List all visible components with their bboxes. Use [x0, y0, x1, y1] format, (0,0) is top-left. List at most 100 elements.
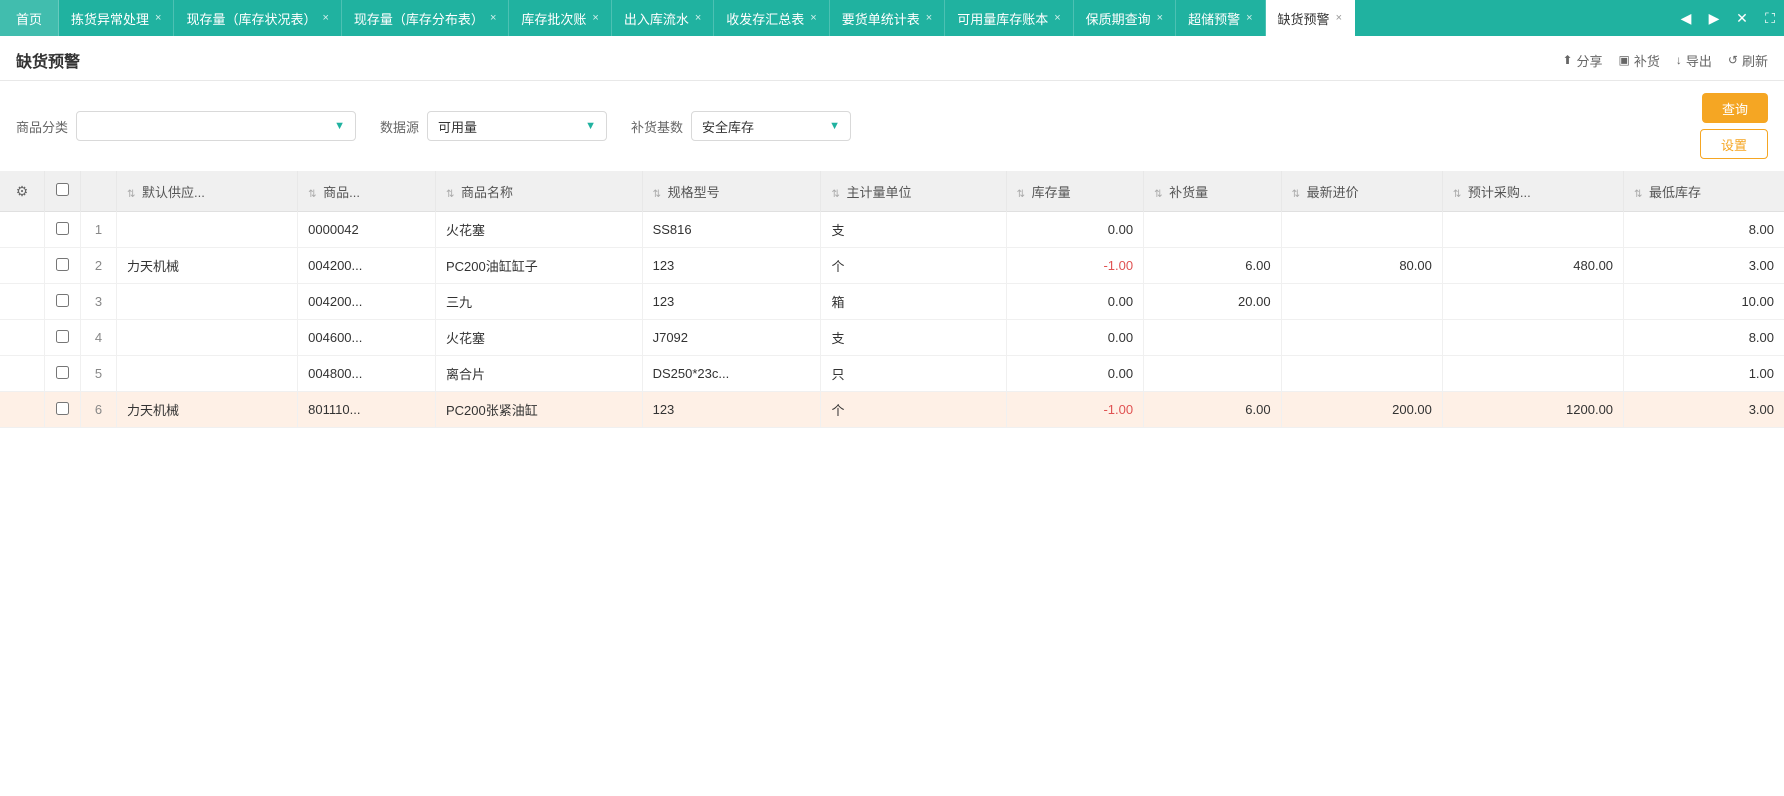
td-checkbox-3 [45, 320, 81, 356]
tab-nav-next[interactable]: ▶ [1700, 0, 1728, 36]
replenish-label: 补货 [1634, 51, 1660, 70]
category-filter-item: 商品分类 ▼ [16, 111, 356, 141]
datasource-label: 数据源 [380, 117, 419, 136]
category-select[interactable]: ▼ [76, 111, 356, 141]
tab-batch-account-close[interactable]: × [592, 12, 598, 24]
sort-icon-replenish: ⇅ [1154, 189, 1162, 200]
th-product-code: ⇅ 商品... [298, 171, 436, 212]
tab-overstock[interactable]: 超储预警 × [1176, 0, 1265, 36]
tab-shortage[interactable]: 缺货预警 × [1266, 0, 1355, 36]
td-est-4 [1442, 356, 1623, 392]
tab-home[interactable]: 首页 [0, 0, 59, 36]
export-icon: ↓ [1676, 53, 1682, 67]
td-name-2: 三九 [435, 284, 642, 320]
th-latest-price-label: 最新进价 [1307, 185, 1359, 200]
query-button[interactable]: 查询 [1702, 93, 1768, 123]
tab-expiry-query-close[interactable]: × [1157, 12, 1163, 24]
tab-inventory-dist-close[interactable]: × [490, 12, 496, 24]
settings-button[interactable]: 设置 [1700, 129, 1768, 159]
row-checkbox-1[interactable] [56, 258, 69, 271]
td-min-5: 3.00 [1624, 392, 1784, 428]
column-settings-icon[interactable]: ⚙ [10, 179, 34, 203]
tab-window-close[interactable]: ✕ [1728, 0, 1756, 36]
tab-req-stats-label: 要货单统计表 [842, 9, 920, 28]
tab-inventory-dist[interactable]: 现存量（库存分布表） × [342, 0, 509, 36]
datasource-select[interactable]: 可用量 ▼ [427, 111, 607, 141]
th-replenish-qty-label: 补货量 [1169, 185, 1208, 200]
row-checkbox-0[interactable] [56, 222, 69, 235]
category-chevron-icon: ▼ [334, 120, 345, 132]
td-unit-0: 支 [821, 212, 1006, 248]
td-min-0: 8.00 [1624, 212, 1784, 248]
export-button[interactable]: ↓ 导出 [1676, 51, 1712, 70]
replenish-base-label: 补货基数 [631, 117, 683, 136]
share-button[interactable]: ⬆ 分享 [1562, 51, 1602, 70]
refresh-button[interactable]: ↺ 刷新 [1728, 51, 1768, 70]
replenish-base-filter-item: 补货基数 安全库存 ▼ [631, 111, 851, 141]
td-settings-1 [0, 248, 45, 284]
datasource-value: 可用量 [438, 117, 477, 136]
tab-inventory-status-label: 现存量（库存状况表） [186, 9, 316, 28]
tab-nav-prev[interactable]: ◀ [1672, 0, 1700, 36]
td-stock-1: -1.00 [1006, 248, 1143, 284]
td-name-0: 火花塞 [435, 212, 642, 248]
td-code-4: 004800... [298, 356, 436, 392]
tab-receipt-summary[interactable]: 收发存汇总表 × [714, 0, 829, 36]
table-row: 1 0000042 火花塞 SS816 支 0.00 8.00 [0, 212, 1784, 248]
tab-inout-flow[interactable]: 出入库流水 × [612, 0, 714, 36]
tab-shortage-label: 缺货预警 [1278, 9, 1330, 28]
tab-req-stats-close[interactable]: × [926, 12, 932, 24]
sort-icon-unit: ⇅ [831, 189, 839, 200]
th-min-stock: ⇅ 最低库存 [1624, 171, 1784, 212]
td-price-1: 80.00 [1281, 248, 1442, 284]
tab-inout-flow-close[interactable]: × [695, 12, 701, 24]
tab-req-stats[interactable]: 要货单统计表 × [830, 0, 945, 36]
td-name-5: PC200张紧油缸 [435, 392, 642, 428]
tab-shortage-close[interactable]: × [1336, 12, 1342, 24]
tab-expiry-query[interactable]: 保质期查询 × [1074, 0, 1176, 36]
td-stock-4: 0.00 [1006, 356, 1143, 392]
td-checkbox-4 [45, 356, 81, 392]
td-price-0 [1281, 212, 1442, 248]
td-seq-3: 4 [81, 320, 117, 356]
td-code-3: 004600... [298, 320, 436, 356]
tab-avail-ledger-close[interactable]: × [1054, 12, 1060, 24]
table-row: 5 004800... 离合片 DS250*23c... 只 0.00 1.00 [0, 356, 1784, 392]
td-replenish-5: 6.00 [1144, 392, 1281, 428]
row-checkbox-4[interactable] [56, 366, 69, 379]
td-est-1: 480.00 [1442, 248, 1623, 284]
replenish-button[interactable]: ▣ 补货 [1619, 51, 1660, 70]
select-all-checkbox[interactable] [56, 183, 69, 196]
td-supplier-1: 力天机械 [117, 248, 298, 284]
th-unit: ⇅ 主计量单位 [821, 171, 1006, 212]
page-header: 缺货预警 ⬆ 分享 ▣ 补货 ↓ 导出 ↺ 刷新 [0, 36, 1784, 81]
replenish-base-select[interactable]: 安全库存 ▼ [691, 111, 851, 141]
tab-batch-account[interactable]: 库存批次账 × [509, 0, 611, 36]
td-supplier-0 [117, 212, 298, 248]
tab-exception[interactable]: 拣货异常处理 × [59, 0, 174, 36]
td-seq-1: 2 [81, 248, 117, 284]
table-row: 3 004200... 三九 123 箱 0.00 20.00 10.00 [0, 284, 1784, 320]
row-checkbox-5[interactable] [56, 402, 69, 415]
tab-avail-ledger[interactable]: 可用量库存账本 × [945, 0, 1073, 36]
tab-fullscreen[interactable]: ⛶ [1756, 0, 1784, 36]
th-est-purchase-label: 预计采购... [1468, 185, 1531, 200]
tab-receipt-summary-close[interactable]: × [810, 12, 816, 24]
tab-inventory-status-close[interactable]: × [322, 12, 328, 24]
td-stock-5: -1.00 [1006, 392, 1143, 428]
page-title: 缺货预警 [16, 48, 80, 72]
td-est-5: 1200.00 [1442, 392, 1623, 428]
td-code-0: 0000042 [298, 212, 436, 248]
tab-receipt-summary-label: 收发存汇总表 [726, 9, 804, 28]
td-supplier-5: 力天机械 [117, 392, 298, 428]
tab-inout-flow-label: 出入库流水 [624, 9, 689, 28]
td-code-5: 801110... [298, 392, 436, 428]
th-product-code-label: 商品... [323, 185, 360, 200]
row-checkbox-2[interactable] [56, 294, 69, 307]
tab-inventory-status[interactable]: 现存量（库存状况表） × [174, 0, 341, 36]
table-body: 1 0000042 火花塞 SS816 支 0.00 8.00 2 力天机械 0… [0, 212, 1784, 428]
td-stock-0: 0.00 [1006, 212, 1143, 248]
tab-exception-close[interactable]: × [155, 12, 161, 24]
row-checkbox-3[interactable] [56, 330, 69, 343]
tab-overstock-close[interactable]: × [1246, 12, 1252, 24]
